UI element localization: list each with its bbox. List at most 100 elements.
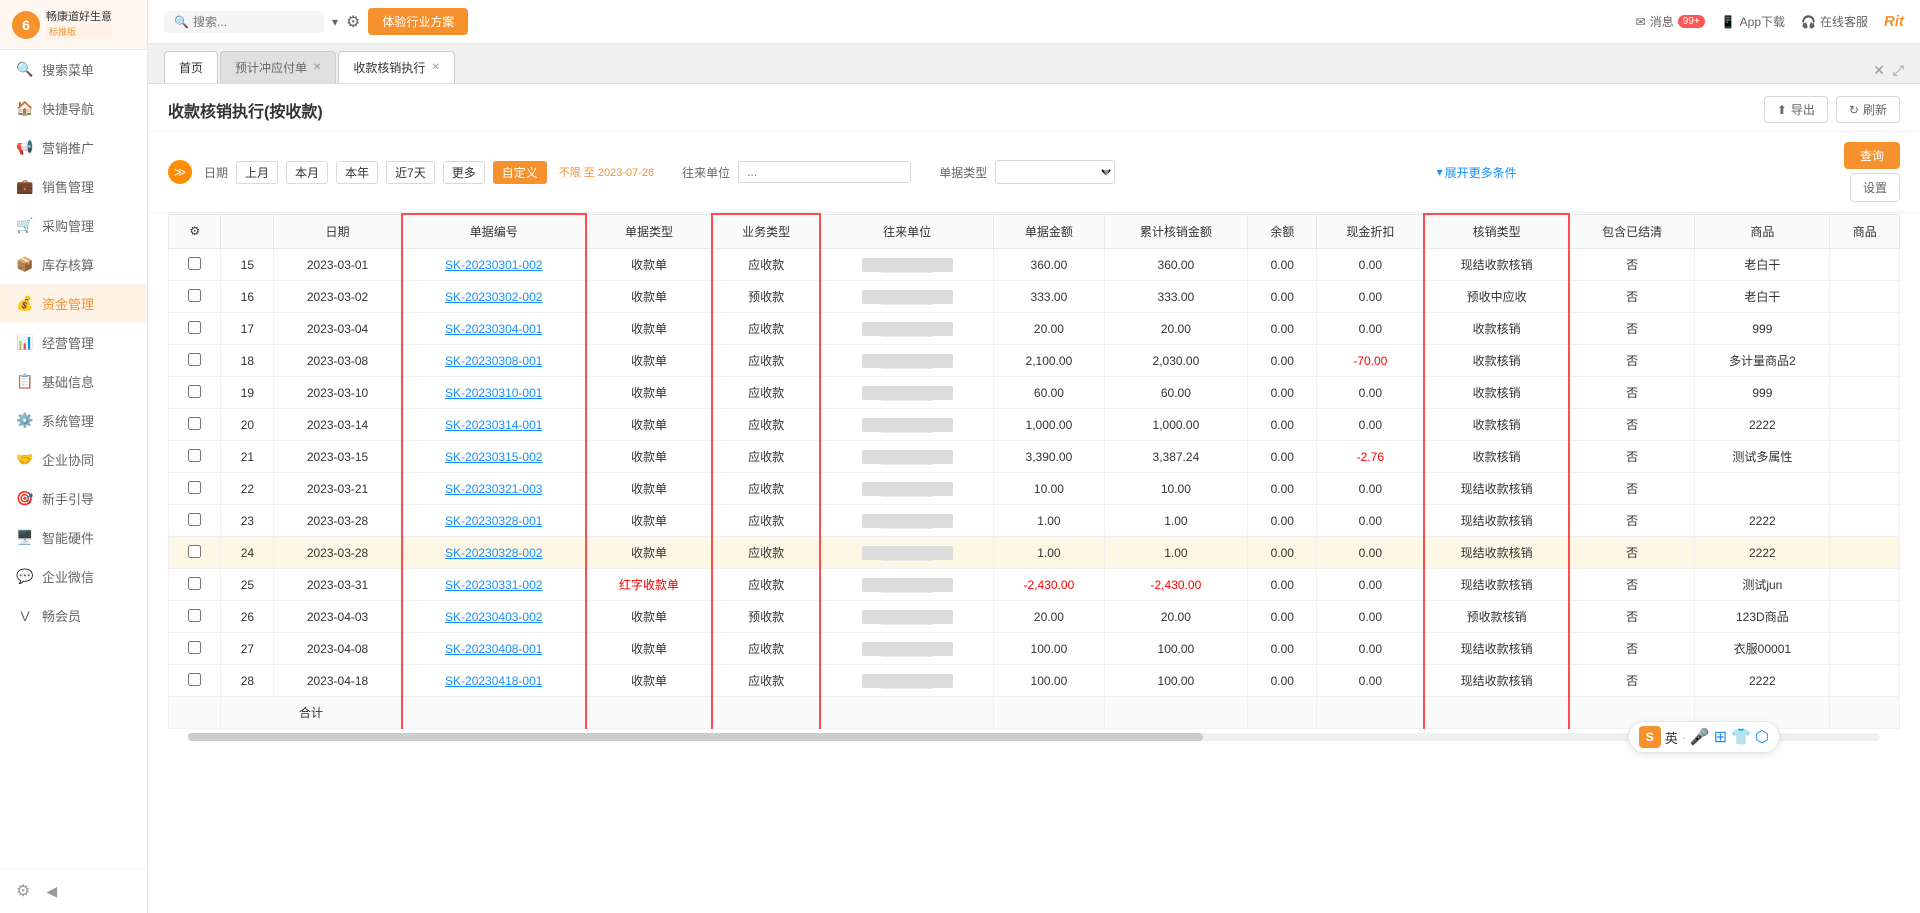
- export-button[interactable]: ⬆ 导出: [1764, 96, 1828, 123]
- row-checkbox[interactable]: [188, 513, 201, 526]
- row-checkbox[interactable]: [188, 673, 201, 686]
- row-checkbox[interactable]: [188, 385, 201, 398]
- cell-checkbox[interactable]: [169, 601, 221, 633]
- cell-cashdiscount: 0.00: [1317, 281, 1424, 313]
- sidebar-item-search-menu[interactable]: 🔍搜索菜单: [0, 50, 147, 89]
- bill-no-link[interactable]: SK-20230314-001: [445, 418, 542, 432]
- row-checkbox[interactable]: [188, 641, 201, 654]
- cell-goods: 老白干: [1695, 249, 1830, 281]
- expand-conditions-button[interactable]: ▾ 展开更多条件: [1437, 164, 1517, 181]
- this-year-button[interactable]: 本年: [336, 161, 378, 184]
- search-box[interactable]: 🔍: [164, 11, 324, 33]
- sidebar-item-sales[interactable]: 💼销售管理: [0, 167, 147, 206]
- cell-checkbox[interactable]: [169, 377, 221, 409]
- row-checkbox[interactable]: [188, 449, 201, 462]
- tab-prepay[interactable]: 预计冲应付单 ✕: [220, 51, 336, 83]
- filter-toggle-button[interactable]: ≫: [168, 160, 192, 184]
- cell-checkbox[interactable]: [169, 537, 221, 569]
- cell-checkbox[interactable]: [169, 505, 221, 537]
- col-billno-header: 单据编号: [402, 214, 586, 249]
- bill-no-link[interactable]: SK-20230403-002: [445, 610, 542, 624]
- bill-type-select[interactable]: [995, 160, 1115, 184]
- custom-date-button[interactable]: 自定义: [493, 161, 547, 184]
- this-month-button[interactable]: 本月: [286, 161, 328, 184]
- sidebar-item-hardware[interactable]: 🖥️智能硬件: [0, 518, 147, 557]
- row-checkbox[interactable]: [188, 353, 201, 366]
- row-checkbox[interactable]: [188, 289, 201, 302]
- sidebar-item-system[interactable]: ⚙️系统管理: [0, 401, 147, 440]
- bill-no-link[interactable]: SK-20230310-001: [445, 386, 542, 400]
- more-button[interactable]: 更多: [443, 161, 485, 184]
- sidebar-item-member[interactable]: V畅会员: [0, 596, 147, 635]
- bill-no-link[interactable]: SK-20230418-001: [445, 674, 542, 688]
- settings-icon[interactable]: ⚙: [16, 881, 30, 901]
- cell-billtype: 收款单: [586, 409, 712, 441]
- query-button[interactable]: 查询: [1844, 142, 1900, 169]
- gear-settings-icon[interactable]: ⚙: [346, 12, 360, 32]
- row-checkbox[interactable]: [188, 545, 201, 558]
- cell-checkbox[interactable]: [169, 249, 221, 281]
- cell-checkbox[interactable]: [169, 569, 221, 601]
- app-download-item[interactable]: 📱 App下载: [1721, 13, 1785, 30]
- tab-home[interactable]: 首页: [164, 51, 218, 83]
- bill-no-link[interactable]: SK-20230331-002: [445, 578, 542, 592]
- filter-settings-button[interactable]: 设置: [1850, 173, 1900, 202]
- row-checkbox[interactable]: [188, 257, 201, 270]
- scrollbar-thumb[interactable]: [188, 733, 1203, 741]
- bill-no-link[interactable]: SK-20230328-002: [445, 546, 542, 560]
- cell-biztype: 应收款: [712, 505, 820, 537]
- search-input[interactable]: [193, 15, 313, 29]
- table-row: 22 2023-03-21 SK-20230321-003 收款单 应收款 ██…: [169, 473, 1900, 505]
- cell-checkbox[interactable]: [169, 313, 221, 345]
- sidebar-item-guide[interactable]: 🎯新手引导: [0, 479, 147, 518]
- bill-no-link[interactable]: SK-20230408-001: [445, 642, 542, 656]
- bill-no-link[interactable]: SK-20230301-002: [445, 258, 542, 272]
- online-service-item[interactable]: 🎧 在线客服: [1801, 13, 1868, 30]
- tab-receipt[interactable]: 收款核销执行 ✕: [338, 51, 454, 83]
- refresh-button[interactable]: ↻ 刷新: [1836, 96, 1900, 123]
- sidebar-item-inventory[interactable]: 📦库存核算: [0, 245, 147, 284]
- headset-icon: 🎧: [1801, 15, 1816, 29]
- bill-no-link[interactable]: SK-20230308-001: [445, 354, 542, 368]
- row-checkbox[interactable]: [188, 417, 201, 430]
- sidebar-item-operations[interactable]: 📊经营管理: [0, 323, 147, 362]
- row-checkbox[interactable]: [188, 609, 201, 622]
- cell-checkbox[interactable]: [169, 409, 221, 441]
- tab-bar-expand-icon[interactable]: ⤢: [1893, 62, 1904, 79]
- user-info[interactable]: Rit: [1884, 13, 1904, 30]
- sidebar-item-marketing[interactable]: 📢营销推广: [0, 128, 147, 167]
- tab-receipt-close-icon[interactable]: ✕: [431, 62, 439, 73]
- tab-bar-close-icon[interactable]: ✕: [1873, 62, 1885, 79]
- tab-prepay-close-icon[interactable]: ✕: [313, 62, 321, 73]
- bill-no-link[interactable]: SK-20230304-001: [445, 322, 542, 336]
- bill-no-link[interactable]: SK-20230315-002: [445, 450, 542, 464]
- bill-no-link[interactable]: SK-20230302-002: [445, 290, 542, 304]
- last-month-button[interactable]: 上月: [236, 161, 278, 184]
- bill-no-link[interactable]: SK-20230321-003: [445, 482, 542, 496]
- sidebar-item-enterprise[interactable]: 🤝企业协同: [0, 440, 147, 479]
- cell-checkbox[interactable]: [169, 441, 221, 473]
- row-checkbox[interactable]: [188, 481, 201, 494]
- cell-num: 16: [221, 281, 274, 313]
- recent7-button[interactable]: 近7天: [386, 161, 435, 184]
- bill-no-link[interactable]: SK-20230328-001: [445, 514, 542, 528]
- row-checkbox[interactable]: [188, 577, 201, 590]
- collapse-icon[interactable]: ◀: [46, 883, 57, 900]
- sidebar-item-quick-nav[interactable]: 🏠快捷导航: [0, 89, 147, 128]
- counterpart-input[interactable]: [738, 161, 911, 183]
- sidebar-item-base-info[interactable]: 📋基础信息: [0, 362, 147, 401]
- cell-checkbox[interactable]: [169, 633, 221, 665]
- sidebar-item-finance[interactable]: 💰资金管理: [0, 284, 147, 323]
- cell-checkbox[interactable]: [169, 281, 221, 313]
- row-checkbox[interactable]: [188, 321, 201, 334]
- message-item[interactable]: ✉ 消息 99+: [1636, 13, 1705, 30]
- sidebar-item-purchase[interactable]: 🛒采购管理: [0, 206, 147, 245]
- cell-checkbox[interactable]: [169, 345, 221, 377]
- industry-solution-button[interactable]: 体验行业方案: [368, 8, 468, 35]
- sidebar-item-wechat[interactable]: 💬企业微信: [0, 557, 147, 596]
- dropdown-arrow-icon[interactable]: ▾: [332, 15, 338, 29]
- horizontal-scrollbar[interactable]: [188, 733, 1880, 741]
- cell-checkbox[interactable]: [169, 665, 221, 697]
- cell-checkbox[interactable]: [169, 473, 221, 505]
- col-gear-header[interactable]: ⚙: [169, 214, 221, 249]
